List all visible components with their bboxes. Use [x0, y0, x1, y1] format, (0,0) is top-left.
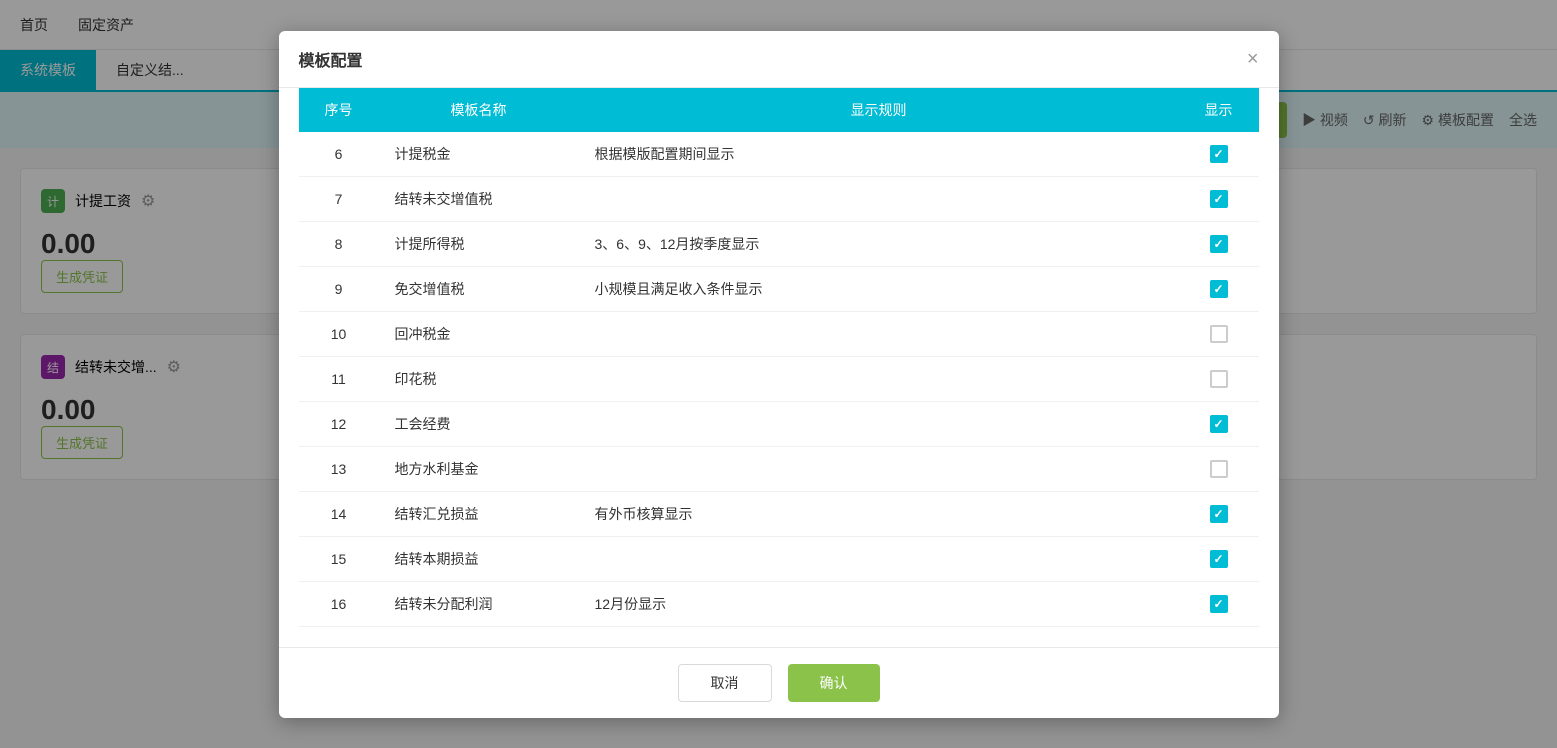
table-row: 12工会经费 [299, 401, 1259, 446]
table-row: 14结转汇兑损益有外币核算显示 [299, 491, 1259, 536]
row-checkbox[interactable] [1210, 595, 1228, 613]
row-template-name: 计提税金 [379, 132, 579, 177]
row-checkbox-cell [1179, 446, 1259, 491]
table-row: 11印花税 [299, 356, 1259, 401]
row-template-name: 结转汇兑损益 [379, 491, 579, 536]
row-checkbox-cell [1179, 221, 1259, 266]
table-row: 9免交增值税小规模且满足收入条件显示 [299, 266, 1259, 311]
row-checkbox-cell [1179, 311, 1259, 356]
th-display: 显示 [1179, 88, 1259, 132]
row-display-rule: 有外币核算显示 [579, 491, 1179, 536]
background-page: 首页 固定资产 系统模板 自定义结... 测算金额 ▶ 视频 ↺ 刷新 ⚙ 模板… [0, 0, 1557, 748]
row-checkbox[interactable] [1210, 460, 1228, 478]
modal-title: 模板配置 [299, 47, 363, 71]
row-template-name: 结转未交增值税 [379, 176, 579, 221]
table-row: 6计提税金根据模版配置期间显示 [299, 132, 1259, 177]
row-index: 7 [299, 176, 379, 221]
row-template-name: 回冲税金 [379, 311, 579, 356]
row-display-rule [579, 176, 1179, 221]
row-checkbox[interactable] [1210, 325, 1228, 343]
row-checkbox-cell [1179, 491, 1259, 536]
row-checkbox[interactable] [1210, 235, 1228, 253]
row-display-rule: 12月份显示 [579, 581, 1179, 626]
row-index: 9 [299, 266, 379, 311]
row-index: 16 [299, 581, 379, 626]
modal-close-button[interactable]: × [1247, 49, 1259, 69]
row-checkbox[interactable] [1210, 190, 1228, 208]
table-row: 16结转未分配利润12月份显示 [299, 581, 1259, 626]
cancel-button[interactable]: 取消 [678, 664, 772, 702]
row-display-rule [579, 446, 1179, 491]
modal-footer: 取消 确认 [279, 647, 1279, 718]
row-checkbox[interactable] [1210, 280, 1228, 298]
row-index: 11 [299, 356, 379, 401]
row-index: 15 [299, 536, 379, 581]
row-display-rule: 3、6、9、12月按季度显示 [579, 221, 1179, 266]
row-checkbox-cell [1179, 356, 1259, 401]
row-checkbox[interactable] [1210, 505, 1228, 523]
table-row: 7结转未交增值税 [299, 176, 1259, 221]
row-template-name: 免交增值税 [379, 266, 579, 311]
row-checkbox-cell [1179, 132, 1259, 177]
table-row: 8计提所得税3、6、9、12月按季度显示 [299, 221, 1259, 266]
modal-body: 序号 模板名称 显示规则 显示 6计提税金根据模版配置期间显示7结转未交增值税8… [279, 88, 1279, 647]
row-template-name: 计提所得税 [379, 221, 579, 266]
row-checkbox[interactable] [1210, 370, 1228, 388]
row-display-rule [579, 356, 1179, 401]
row-checkbox-cell [1179, 536, 1259, 581]
table-row: 15结转本期损益 [299, 536, 1259, 581]
row-template-name: 印花税 [379, 356, 579, 401]
row-index: 14 [299, 491, 379, 536]
table-header-row: 序号 模板名称 显示规则 显示 [299, 88, 1259, 132]
th-rule: 显示规则 [579, 88, 1179, 132]
config-table: 序号 模板名称 显示规则 显示 6计提税金根据模版配置期间显示7结转未交增值税8… [299, 88, 1259, 627]
table-body: 6计提税金根据模版配置期间显示7结转未交增值税8计提所得税3、6、9、12月按季… [299, 132, 1259, 627]
confirm-button[interactable]: 确认 [788, 664, 880, 702]
row-template-name: 工会经费 [379, 401, 579, 446]
row-display-rule [579, 536, 1179, 581]
row-display-rule: 小规模且满足收入条件显示 [579, 266, 1179, 311]
template-config-modal: 模板配置 × 序号 模板名称 显示规则 显示 6计提税金根据模版配置期间 [279, 31, 1279, 718]
row-index: 12 [299, 401, 379, 446]
th-name: 模板名称 [379, 88, 579, 132]
row-checkbox-cell [1179, 266, 1259, 311]
row-index: 13 [299, 446, 379, 491]
row-index: 8 [299, 221, 379, 266]
row-display-rule: 根据模版配置期间显示 [579, 132, 1179, 177]
row-display-rule [579, 401, 1179, 446]
th-index: 序号 [299, 88, 379, 132]
row-checkbox-cell [1179, 401, 1259, 446]
row-display-rule [579, 311, 1179, 356]
row-checkbox[interactable] [1210, 415, 1228, 433]
row-checkbox-cell [1179, 176, 1259, 221]
table-row: 10回冲税金 [299, 311, 1259, 356]
row-checkbox-cell [1179, 581, 1259, 626]
row-template-name: 结转本期损益 [379, 536, 579, 581]
row-checkbox[interactable] [1210, 550, 1228, 568]
modal-overlay: 模板配置 × 序号 模板名称 显示规则 显示 6计提税金根据模版配置期间 [0, 0, 1557, 748]
row-index: 10 [299, 311, 379, 356]
row-checkbox[interactable] [1210, 145, 1228, 163]
modal-header: 模板配置 × [279, 31, 1279, 88]
table-row: 13地方水利基金 [299, 446, 1259, 491]
row-template-name: 地方水利基金 [379, 446, 579, 491]
row-template-name: 结转未分配利润 [379, 581, 579, 626]
row-index: 6 [299, 132, 379, 177]
